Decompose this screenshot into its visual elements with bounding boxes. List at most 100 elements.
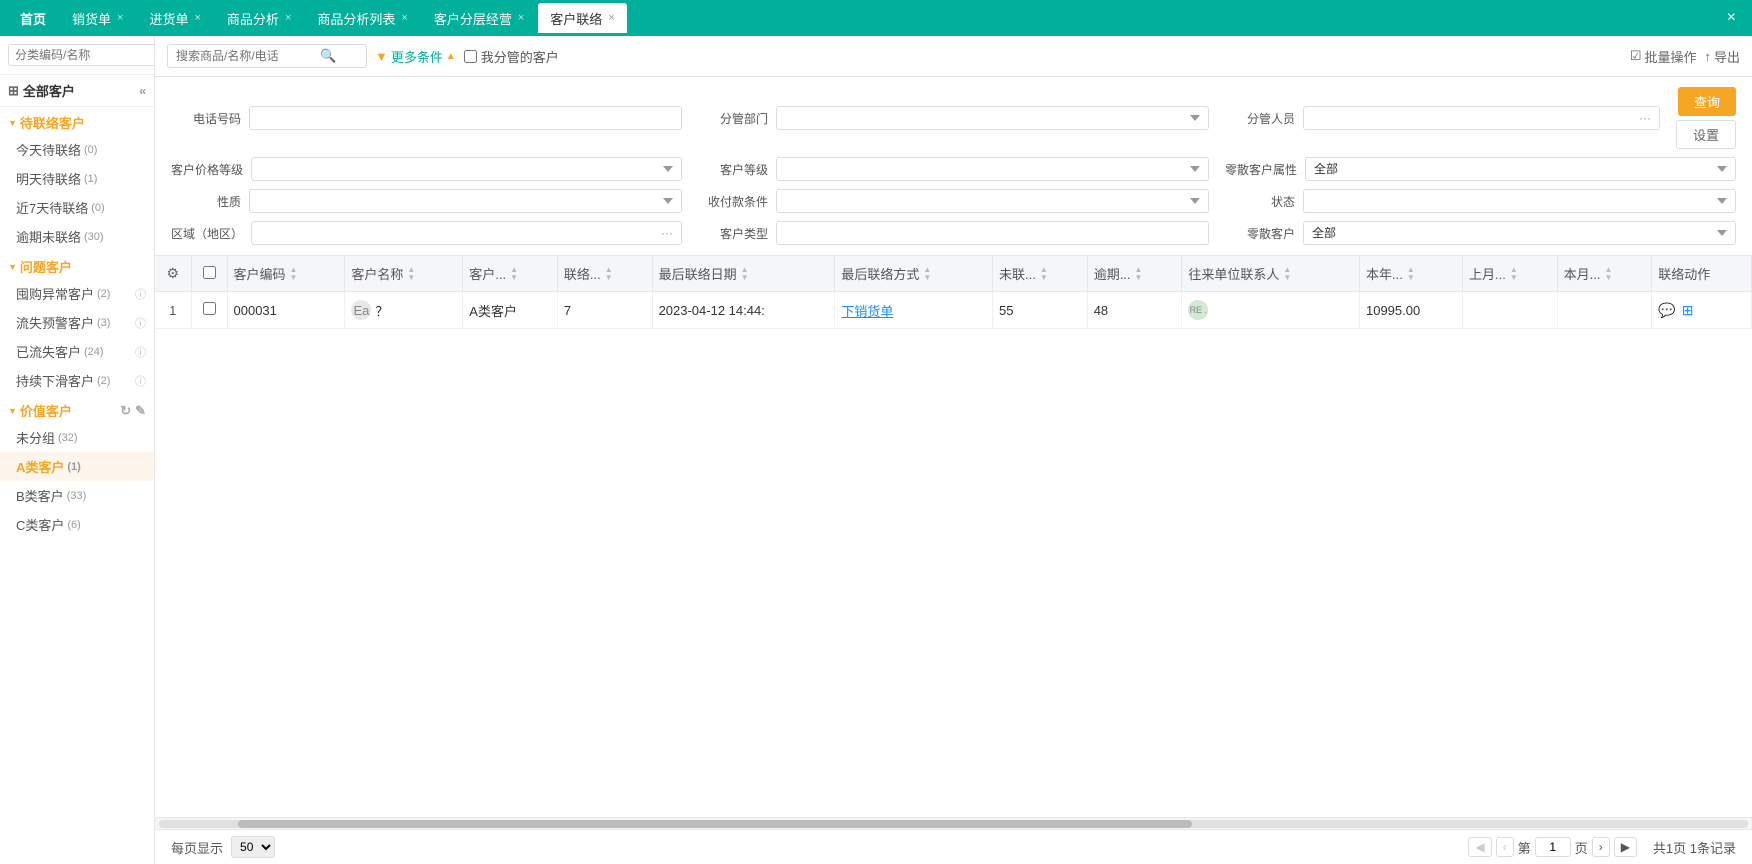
- row-last-method[interactable]: 下销货单: [835, 292, 993, 329]
- sidebar-item-tomorrow[interactable]: 明天待联络 (1): [0, 164, 154, 193]
- select-all-checkbox[interactable]: [203, 266, 216, 279]
- filter-row-retail-attr: 零散客户属性 全部: [1225, 157, 1736, 181]
- batch-op-button[interactable]: ☑ 批量操作: [1630, 47, 1697, 66]
- status-select[interactable]: [1303, 189, 1736, 213]
- sidebar-item-hoarding[interactable]: 囤购异常客户 (2) ⓘ: [0, 279, 154, 308]
- nav-purchase-order[interactable]: 进货单 ×: [137, 3, 212, 33]
- sidebar-all-customers-header[interactable]: ⊞ 全部客户 «: [0, 75, 154, 107]
- row-checkbox[interactable]: [191, 292, 227, 329]
- th-contact-person[interactable]: 往来单位联系人 ▲▼: [1182, 256, 1360, 292]
- th-name[interactable]: 客户名称 ▲▼: [345, 256, 463, 292]
- next-page-button[interactable]: ›: [1592, 837, 1610, 857]
- sidebar-item-b-class[interactable]: B类客户 (33): [0, 481, 154, 510]
- scrollbar-track[interactable]: [159, 820, 1748, 828]
- customer-name-cell: Ea ？: [351, 300, 456, 320]
- sidebar-item-a-class[interactable]: A类客户 (1): [0, 452, 154, 481]
- grid-icon: ⊞: [8, 83, 19, 99]
- nav-customer-tier[interactable]: 客户分层经营 ×: [422, 3, 536, 33]
- first-page-button[interactable]: ◀: [1468, 837, 1491, 857]
- export-icon: ↑: [1704, 49, 1711, 64]
- sidebar-item-declining[interactable]: 持续下滑客户 (2) ⓘ: [0, 366, 154, 395]
- nav-customer-tier-close[interactable]: ×: [518, 12, 524, 24]
- th-overdue[interactable]: 逾期... ▲▼: [1087, 256, 1182, 292]
- th-this-month[interactable]: 本月... ▲▼: [1557, 256, 1652, 292]
- sidebar-item-unclassified[interactable]: 未分组 (32): [0, 423, 154, 452]
- nav-product-analysis-list-close[interactable]: ×: [401, 12, 407, 24]
- triangle-icon-2: ▼: [8, 262, 17, 272]
- settings-button[interactable]: 设置: [1676, 120, 1736, 149]
- sidebar-search-input[interactable]: [8, 44, 155, 66]
- filter-search-container: 🔍: [167, 44, 367, 68]
- retail-select[interactable]: 全部: [1303, 221, 1736, 245]
- row-contact-person: RE .: [1182, 292, 1360, 329]
- customer-tier-select[interactable]: [776, 157, 1209, 181]
- refresh-icon[interactable]: ↻: [120, 403, 131, 419]
- sort-this-month-icon: ▲▼: [1604, 266, 1612, 282]
- nature-select[interactable]: [249, 189, 682, 213]
- nav-home[interactable]: 首页: [8, 3, 58, 33]
- row-overdue: 48: [1087, 292, 1182, 329]
- sidebar: 🔍 ⊞ 全部客户 « ▼ 待联络客户 今天待联络 (0) 明天待联络 (1) 近…: [0, 36, 155, 864]
- nav-product-analysis-close[interactable]: ×: [285, 12, 291, 24]
- manager-select[interactable]: ···: [1303, 106, 1660, 130]
- export-button[interactable]: ↑ 导出: [1704, 47, 1740, 66]
- customer-type-input[interactable]: [776, 221, 1209, 245]
- region-select[interactable]: ···: [251, 221, 682, 245]
- dept-select[interactable]: [776, 106, 1209, 130]
- sidebar-collapse-icon[interactable]: «: [139, 84, 146, 98]
- prev-page-button[interactable]: ‹: [1496, 837, 1514, 857]
- nav-purchase-order-close[interactable]: ×: [194, 12, 200, 24]
- price-tier-select[interactable]: [251, 157, 682, 181]
- th-no-contact[interactable]: 未联... ▲▼: [993, 256, 1088, 292]
- nav-customer-contact-close[interactable]: ×: [608, 12, 614, 24]
- row-this-month: [1557, 292, 1652, 329]
- nav-product-analysis-list[interactable]: 商品分析列表 ×: [305, 3, 419, 33]
- payment-select[interactable]: [776, 189, 1209, 213]
- nav-product-analysis[interactable]: 商品分析 ×: [215, 3, 303, 33]
- scrollbar-thumb[interactable]: [238, 820, 1191, 828]
- query-button[interactable]: 查询: [1678, 87, 1736, 116]
- chat-icon[interactable]: 💬: [1658, 302, 1675, 319]
- section-problem-customers: ▼ 问题客户: [0, 251, 154, 279]
- th-settings[interactable]: ⚙: [155, 256, 191, 292]
- retail-attr-select[interactable]: 全部: [1305, 157, 1736, 181]
- filter-search-input[interactable]: [176, 49, 316, 63]
- sort-code-icon: ▲▼: [290, 266, 298, 282]
- th-contact[interactable]: 联络... ▲▼: [557, 256, 652, 292]
- th-last-month[interactable]: 上月... ▲▼: [1463, 256, 1558, 292]
- column-settings-icon[interactable]: ⚙: [166, 265, 179, 281]
- edit-icon[interactable]: ✎: [135, 403, 146, 419]
- nav-sales-order[interactable]: 销货单 ×: [60, 3, 135, 33]
- per-page-select[interactable]: 50: [231, 836, 275, 858]
- sidebar-item-c-class[interactable]: C类客户 (6): [0, 510, 154, 539]
- sort-type-icon: ▲▼: [510, 266, 518, 282]
- sidebar-item-7days[interactable]: 近7天待联络 (0): [0, 193, 154, 222]
- filter-row-payment: 收付款条件: [698, 189, 1209, 213]
- more-conditions-button[interactable]: ▼ 更多条件 ▲: [375, 47, 456, 66]
- last-page-button[interactable]: ▶: [1614, 837, 1637, 857]
- page-number-input[interactable]: [1535, 837, 1571, 857]
- th-this-year[interactable]: 本年... ▲▼: [1359, 256, 1462, 292]
- th-last-method[interactable]: 最后联络方式 ▲▼: [835, 256, 993, 292]
- horizontal-scrollbar[interactable]: [155, 817, 1752, 829]
- sort-no-contact-icon: ▲▼: [1040, 266, 1048, 282]
- th-code[interactable]: 客户编码 ▲▼: [227, 256, 345, 292]
- sidebar-item-churned[interactable]: 已流失客户 (24) ⓘ: [0, 337, 154, 366]
- th-last-date[interactable]: 最后联络日期 ▲▼: [652, 256, 835, 292]
- window-close-button[interactable]: ×: [1719, 7, 1744, 29]
- sidebar-item-churn-warning[interactable]: 流失预警客户 (3) ⓘ: [0, 308, 154, 337]
- my-customers-checkbox[interactable]: 我分管的客户: [464, 47, 559, 66]
- triangle-icon: ▼: [8, 118, 17, 128]
- my-customers-checkbox-input[interactable]: [464, 50, 477, 63]
- row-last-month: [1463, 292, 1558, 329]
- th-checkbox[interactable]: [191, 256, 227, 292]
- nav-sales-order-close[interactable]: ×: [117, 12, 123, 24]
- qr-icon[interactable]: ⊞: [1682, 302, 1694, 319]
- th-type[interactable]: 客户... ▲▼: [463, 256, 558, 292]
- nav-customer-contact[interactable]: 客户联络 ×: [538, 3, 626, 33]
- sidebar-item-today[interactable]: 今天待联络 (0): [0, 135, 154, 164]
- row-checkbox-input[interactable]: [203, 302, 216, 315]
- filter-search-icon[interactable]: 🔍: [320, 48, 336, 64]
- phone-input[interactable]: [249, 106, 682, 130]
- sidebar-item-overdue[interactable]: 逾期未联络 (30): [0, 222, 154, 251]
